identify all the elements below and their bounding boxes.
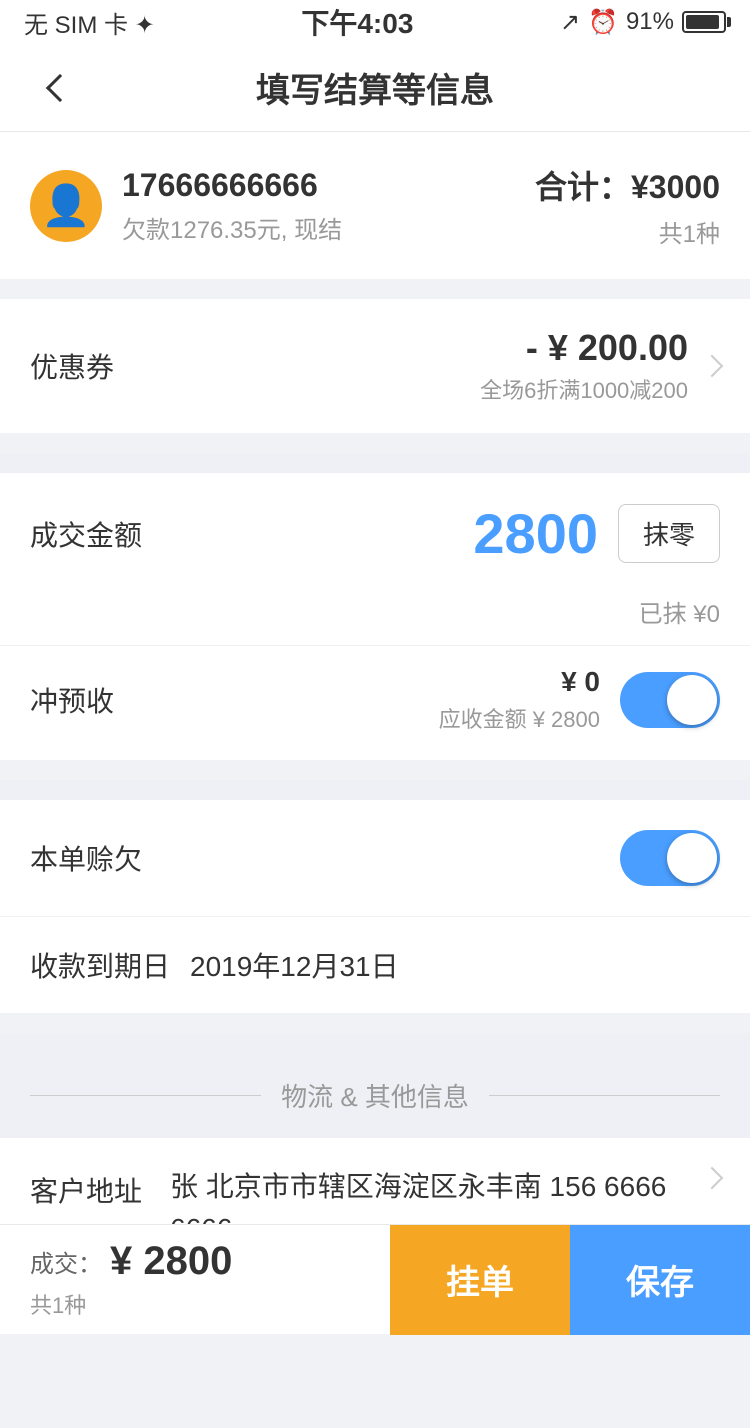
- debt-toggle[interactable]: [620, 830, 720, 886]
- divider-2: [0, 780, 750, 800]
- user-details: 17666666666 欠款1276.35元, 现结: [122, 167, 535, 245]
- status-left: 无 SIM 卡 ✦: [24, 5, 155, 40]
- prepay-row: 冲预收 ¥ 0 应收金额 ¥ 2800: [0, 645, 750, 744]
- hold-order-button[interactable]: 挂单: [390, 1225, 570, 1335]
- back-button[interactable]: [30, 58, 90, 118]
- address-label: 客户地址: [30, 1166, 170, 1210]
- user-debt-note: 欠款1276.35元, 现结: [122, 210, 535, 245]
- nav-bar: 填写结算等信息: [0, 44, 750, 132]
- prepay-toggle-thumb: [667, 675, 717, 725]
- battery-fill: [686, 15, 719, 29]
- bottom-bar: 成交： ¥ 2800 共1种 挂单 保存: [0, 1224, 750, 1334]
- total-count: 共1种: [535, 214, 720, 249]
- header-line-right: [489, 1095, 720, 1096]
- user-info-section: 👤 17666666666 欠款1276.35元, 现结 合计：¥3000 共1…: [0, 132, 750, 279]
- due-date-value: 2019年12月31日: [190, 945, 399, 985]
- coupon-description: 全场6折满1000减200: [480, 373, 688, 405]
- prepay-value-area: ¥ 0 应收金额 ¥ 2800: [439, 666, 600, 734]
- sim-status: 无 SIM 卡 ✦: [24, 5, 155, 40]
- prepay-toggle[interactable]: [620, 672, 720, 728]
- avatar-icon: 👤: [41, 182, 91, 229]
- transaction-prefix: 成交：: [30, 1244, 102, 1279]
- round-button[interactable]: 抹零: [618, 504, 720, 563]
- coupon-value-right: - ¥ 200.00 全场6折满1000减200: [170, 327, 688, 405]
- location-icon: ↗: [560, 8, 580, 37]
- debt-row: 本单赊欠: [0, 800, 750, 916]
- bottom-count: 共1种: [30, 1288, 360, 1320]
- bottom-summary: 成交： ¥ 2800 共1种: [0, 1239, 390, 1320]
- due-date-label: 收款到期日: [30, 945, 170, 985]
- user-phone: 17666666666: [122, 167, 535, 204]
- debt-section: 本单赊欠 收款到期日 2019年12月31日: [0, 800, 750, 1013]
- avatar: 👤: [30, 170, 102, 242]
- coupon-label: 优惠券: [30, 346, 170, 386]
- prepay-label: 冲预收: [30, 680, 170, 720]
- prepay-right: ¥ 0 应收金额 ¥ 2800: [170, 666, 720, 734]
- debt-label: 本单赊欠: [30, 838, 620, 878]
- logistics-header-text: 物流 & 其他信息: [281, 1077, 469, 1114]
- status-right: ↗ ⏰ 91%: [560, 8, 726, 37]
- amount-label: 成交金额: [30, 514, 170, 554]
- debt-toggle-thumb: [667, 833, 717, 883]
- alarm-icon: ⏰: [588, 8, 618, 37]
- status-time: 下午4:03: [301, 2, 413, 42]
- divider-1: [0, 453, 750, 473]
- amount-value-area: 2800 抹零: [170, 501, 720, 566]
- status-bar: 无 SIM 卡 ✦ 下午4:03 ↗ ⏰ 91%: [0, 0, 750, 44]
- user-total: 合计：¥3000 共1种: [535, 162, 720, 249]
- amount-section: 成交金额 2800 抹零 已抹 ¥0 冲预收 ¥ 0 应收金额 ¥ 2800: [0, 473, 750, 760]
- prepay-amount: ¥ 0: [561, 666, 600, 698]
- coupon-section[interactable]: 优惠券 - ¥ 200.00 全场6折满1000减200: [0, 299, 750, 433]
- logistics-header: 物流 & 其他信息: [0, 1053, 750, 1138]
- address-chevron-icon: [701, 1167, 724, 1190]
- bottom-transaction-label: 成交： ¥ 2800: [30, 1239, 360, 1284]
- total-amount: 合计：¥3000: [535, 162, 720, 208]
- page-title: 填写结算等信息: [90, 63, 660, 112]
- coupon-discount: - ¥ 200.00: [526, 327, 688, 369]
- amount-row: 成交金额 2800 抹零: [0, 473, 750, 594]
- due-date-row: 收款到期日 2019年12月31日: [0, 916, 750, 1013]
- back-arrow-icon: [46, 73, 74, 101]
- coupon-value: - ¥ 200.00 全场6折满1000减200: [170, 327, 688, 405]
- spacer-prepay: [0, 744, 750, 760]
- battery-percent: 91%: [626, 8, 674, 36]
- bottom-amount: ¥ 2800: [110, 1239, 232, 1284]
- divider-3: [0, 1033, 750, 1053]
- amount-sub-note: 已抹 ¥0: [0, 594, 750, 645]
- battery-icon: [682, 11, 726, 33]
- save-button[interactable]: 保存: [570, 1225, 750, 1335]
- coupon-chevron-icon: [701, 355, 724, 378]
- transaction-amount: 2800: [473, 501, 598, 566]
- header-line-left: [30, 1095, 261, 1096]
- prepay-receivable: 应收金额 ¥ 2800: [439, 702, 600, 734]
